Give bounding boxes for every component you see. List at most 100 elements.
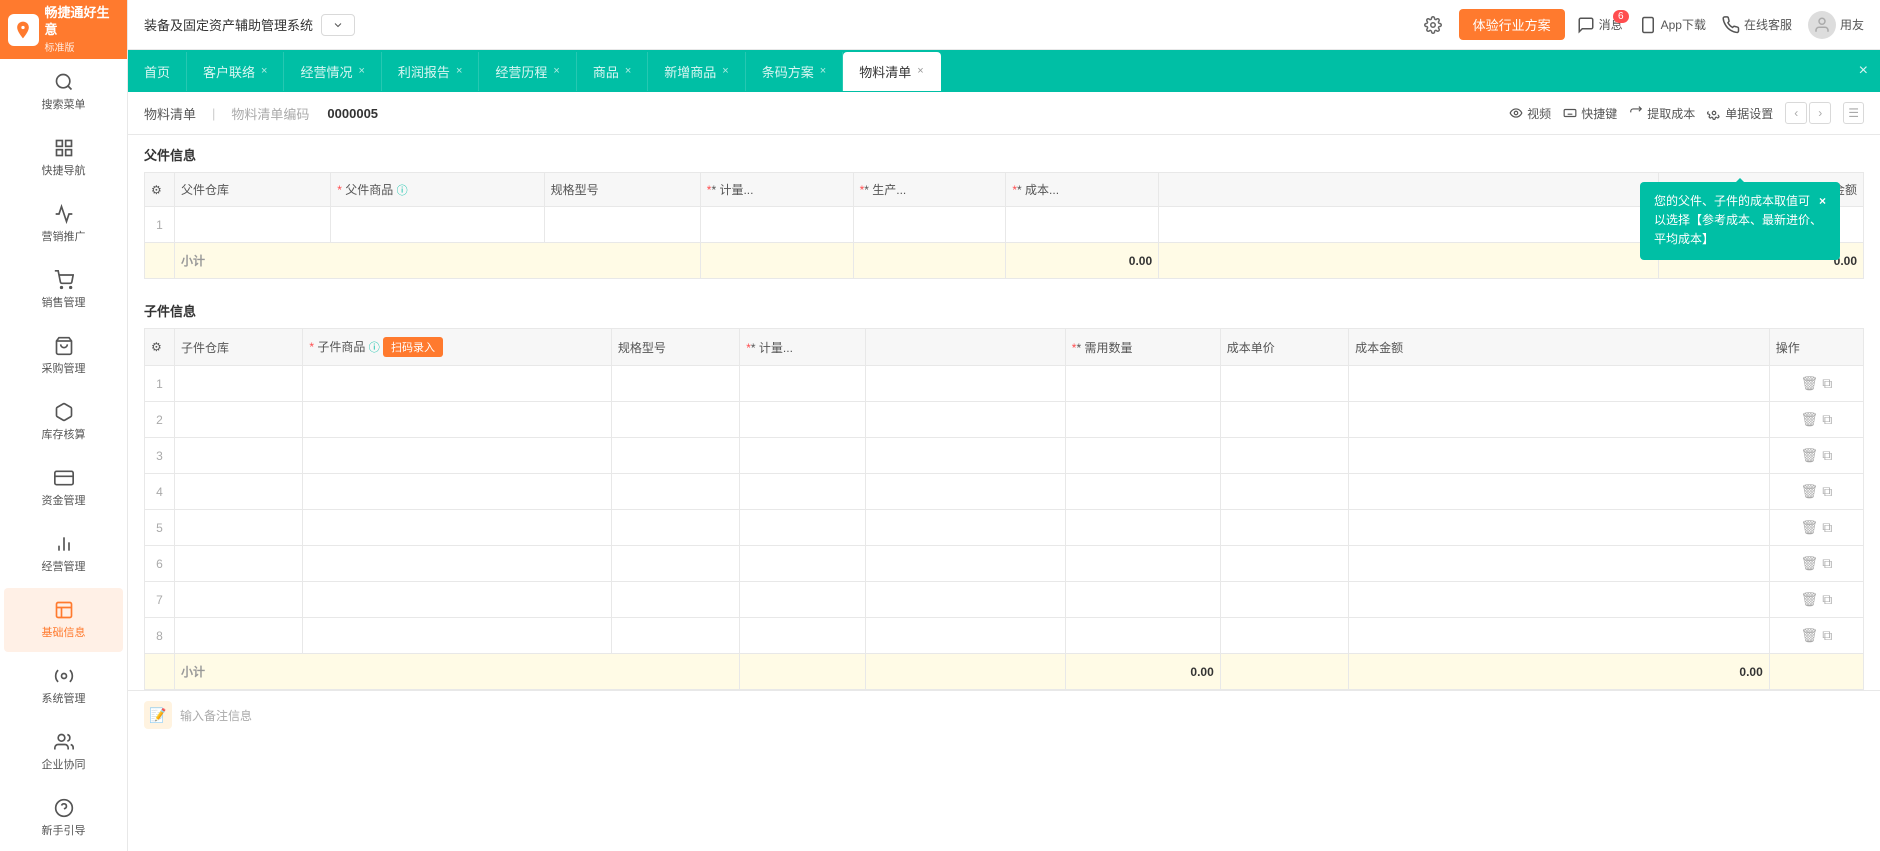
delete-icon-2[interactable]: 🗑 (1800, 411, 1818, 428)
child-unit-cost-1[interactable] (1220, 366, 1348, 402)
child-col-cost-amount: 成本金额 (1349, 329, 1770, 366)
close-all-tabs[interactable]: × (1847, 52, 1880, 90)
parent-spec-cell-1[interactable] (544, 207, 700, 243)
parent-subtotal-production (853, 243, 1006, 279)
child-goods-2[interactable] (303, 402, 612, 438)
extract-cost-btn[interactable]: 提取成本 (1629, 105, 1695, 122)
menu-icon[interactable]: ☰ (1843, 102, 1864, 124)
child-actions-6: 🗑⧉ (1769, 546, 1863, 582)
scan-button[interactable]: 扫码录入 (383, 337, 443, 357)
shortcut-btn[interactable]: 快捷键 (1563, 105, 1617, 122)
experience-button[interactable]: 体验行业方案 (1459, 9, 1565, 40)
delete-icon-6[interactable]: 🗑 (1800, 555, 1818, 572)
parent-production-cell-1[interactable] (853, 207, 1006, 243)
child-needed-qty-2[interactable] (1065, 402, 1220, 438)
tab-ops-status-close[interactable]: × (358, 65, 364, 77)
child-needed-qty-1[interactable] (1065, 366, 1220, 402)
parent-cost-cell-1[interactable] (1006, 207, 1159, 243)
delete-icon-3[interactable]: 🗑 (1800, 447, 1818, 464)
sidebar-item-sales[interactable]: 销售管理 (4, 258, 123, 322)
copy-icon-4[interactable]: ⧉ (1822, 483, 1832, 500)
breadcrumb-bom[interactable]: 物料清单 (144, 104, 196, 123)
child-warehouse-2[interactable] (175, 402, 303, 438)
child-filler-1 (865, 366, 1065, 402)
sidebar-item-search[interactable]: 搜索菜单 (4, 60, 123, 124)
delete-icon-5[interactable]: 🗑 (1800, 519, 1818, 536)
sidebar-enterprise-label: 企业协同 (42, 756, 86, 772)
copy-icon-3[interactable]: ⧉ (1822, 447, 1832, 464)
single-setting-btn[interactable]: 单据设置 (1707, 105, 1773, 122)
sidebar-item-system[interactable]: 系统管理 (4, 654, 123, 718)
next-arrow[interactable]: › (1809, 102, 1831, 124)
tab-new-goods-close[interactable]: × (722, 65, 728, 77)
parent-col-settings[interactable]: ⚙ (145, 173, 175, 207)
sidebar-item-operations[interactable]: 经营管理 (4, 522, 123, 586)
sidebar-item-quick-nav[interactable]: 快捷导航 (4, 126, 123, 190)
parent-warehouse-cell-1[interactable] (175, 207, 331, 243)
copy-icon-7[interactable]: ⧉ (1822, 591, 1832, 608)
system-title: 装备及固定资产辅助管理系统 (144, 14, 1407, 36)
parent-unit-cell-1[interactable] (700, 207, 853, 243)
tab-ops-history[interactable]: 经营历程 × (479, 52, 576, 91)
tab-new-goods[interactable]: 新增商品 × (648, 52, 745, 91)
sidebar-item-guide[interactable]: 新手引导 (4, 786, 123, 850)
delete-icon-7[interactable]: 🗑 (1800, 591, 1818, 608)
child-unit-2[interactable] (740, 402, 866, 438)
sidebar-item-enterprise[interactable]: 企业协同 (4, 720, 123, 784)
tab-ops-status[interactable]: 经营情况 × (284, 52, 381, 91)
message-action[interactable]: 6 消息 (1577, 16, 1623, 34)
sidebar-item-marketing[interactable]: 营销推广 (4, 192, 123, 256)
note-label[interactable]: 输入备注信息 (180, 707, 252, 724)
tab-goods-close[interactable]: × (625, 65, 631, 77)
delete-icon-4[interactable]: 🗑 (1800, 483, 1818, 500)
system-dropdown[interactable] (321, 14, 355, 36)
sidebar-item-purchase[interactable]: 采购管理 (4, 324, 123, 388)
child-spec-2[interactable] (611, 402, 739, 438)
parent-goods-label: 父件商品 (345, 183, 393, 197)
tooltip-close[interactable]: × (1819, 192, 1826, 211)
sidebar-item-inventory[interactable]: 库存核算 (4, 390, 123, 454)
delete-icon-1[interactable]: 🗑 (1800, 375, 1818, 392)
tab-customer[interactable]: 客户联络 × (187, 52, 284, 91)
tab-goods-label: 商品 (593, 62, 619, 81)
child-goods-info-icon[interactable]: ⓘ (369, 342, 380, 354)
tab-customer-close[interactable]: × (261, 65, 267, 77)
user-action[interactable]: 用友 (1808, 11, 1864, 39)
tab-bom[interactable]: 物料清单 × (843, 52, 940, 91)
tab-profit[interactable]: 利润报告 × (382, 52, 479, 91)
copy-icon-8[interactable]: ⧉ (1822, 627, 1832, 644)
copy-icon-2[interactable]: ⧉ (1822, 411, 1832, 428)
tab-barcode[interactable]: 条码方案 × (746, 52, 843, 91)
sidebar-item-basic[interactable]: 基础信息 (4, 588, 123, 652)
tab-home[interactable]: 首页 (128, 52, 187, 91)
note-icon[interactable]: 📝 (144, 701, 172, 729)
parent-table: ⚙ 父件仓库 * 父件商品 ⓘ 规格型号 ** 计量... ** 生产... *… (144, 172, 1864, 279)
parent-col-warehouse: 父件仓库 (175, 173, 331, 207)
delete-icon-8[interactable]: 🗑 (1800, 627, 1818, 644)
prev-arrow[interactable]: ‹ (1785, 102, 1807, 124)
copy-icon-5[interactable]: ⧉ (1822, 519, 1832, 536)
tab-bom-close[interactable]: × (917, 65, 923, 77)
tab-profit-close[interactable]: × (456, 65, 462, 77)
child-goods-1[interactable] (303, 366, 612, 402)
online-service-action[interactable]: 在线客服 (1722, 16, 1792, 34)
child-col-actions: 操作 (1769, 329, 1863, 366)
sidebar-item-finance[interactable]: 资金管理 (4, 456, 123, 520)
child-row-6: 6 🗑⧉ (145, 546, 1864, 582)
child-col-settings[interactable]: ⚙ (145, 329, 175, 366)
view-btn[interactable]: 视频 (1509, 105, 1551, 122)
tab-ops-history-close[interactable]: × (553, 65, 559, 77)
child-warehouse-1[interactable] (175, 366, 303, 402)
child-unit-cost-2[interactable] (1220, 402, 1348, 438)
child-spec-1[interactable] (611, 366, 739, 402)
copy-icon-6[interactable]: ⧉ (1822, 555, 1832, 572)
sidebar-guide-label: 新手引导 (42, 822, 86, 838)
copy-icon-1[interactable]: ⧉ (1822, 375, 1832, 392)
tab-barcode-close[interactable]: × (820, 65, 826, 77)
child-unit-1[interactable] (740, 366, 866, 402)
tab-goods[interactable]: 商品 × (577, 52, 648, 91)
parent-goods-info-icon[interactable]: ⓘ (397, 185, 408, 197)
settings-button[interactable] (1419, 11, 1447, 39)
parent-goods-cell-1[interactable] (331, 207, 544, 243)
app-download-action[interactable]: App下载 (1639, 16, 1706, 34)
